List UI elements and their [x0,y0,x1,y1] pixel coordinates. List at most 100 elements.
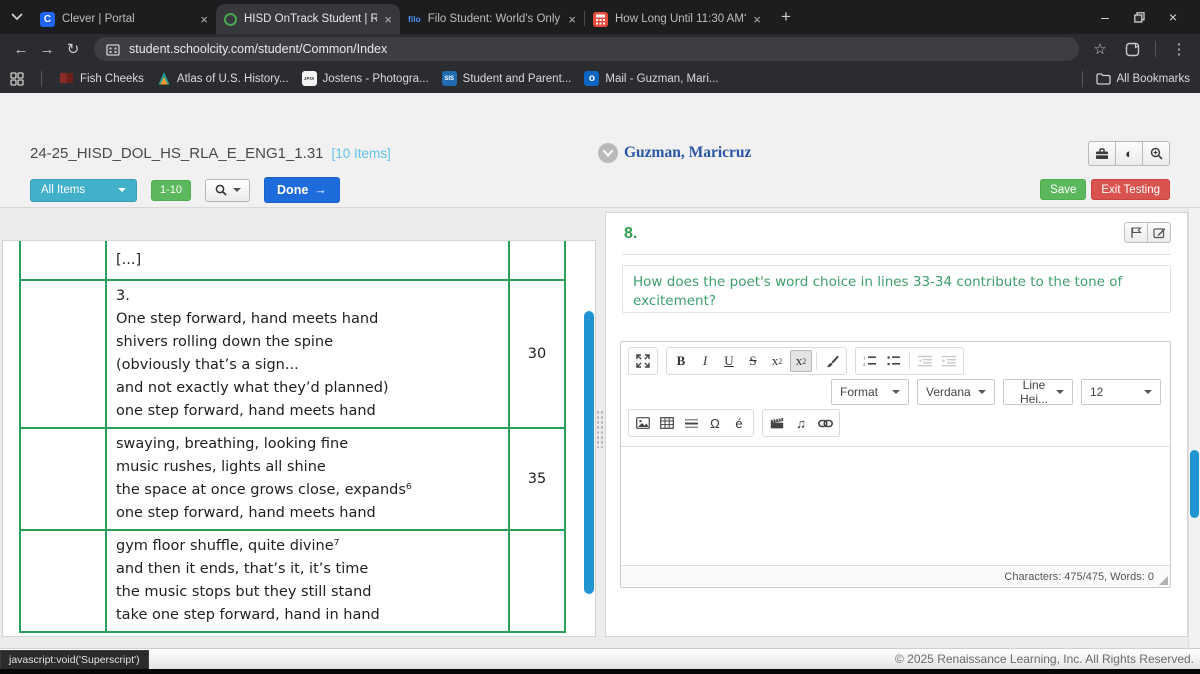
caret-down-icon [232,188,241,192]
indent-icon[interactable] [938,350,960,372]
bookmark-star-icon[interactable]: ☆ [1087,36,1113,62]
bullet-list-icon[interactable] [883,350,905,372]
line-height-label: Line Hei... [1019,378,1048,406]
passage-scrollbar-thumb[interactable] [584,311,594,594]
save-button[interactable]: Save [1040,179,1087,200]
browser-menu-kebab-icon[interactable]: ⋮ [1166,36,1192,62]
caret-down-icon [1056,390,1064,394]
numbered-list-icon[interactable]: 12 [859,350,881,372]
all-bookmarks-button[interactable]: All Bookmarks [1095,73,1190,85]
font-family-dropdown[interactable]: Verdana [917,379,995,405]
tab-filo-student[interactable]: filo Filo Student: World's Only Live × [400,4,584,34]
underline-button[interactable]: U [718,350,740,372]
forward-button[interactable]: → [34,36,60,62]
insert-link-icon[interactable] [814,412,836,434]
poem-line: and then it ends, that’s it, it’s time [116,561,369,577]
poem-empty-cell [19,529,107,633]
page-scrollbar-thumb[interactable] [1190,450,1199,518]
tab-close-icon[interactable]: × [753,12,761,27]
test-title: 24-25_HISD_DOL_HS_RLA_E_ENG1_1.31 [30,145,324,162]
insert-table-icon[interactable] [656,412,678,434]
bookmark-label: Mail - Guzman, Mari... [605,72,719,85]
maximize-icon[interactable] [632,350,654,372]
answer-editor: B I U S x2 x2 12 Format Verdana Line Hei… [620,341,1171,588]
insert-audio-icon[interactable]: ♫ [790,412,812,434]
bold-button[interactable]: B [670,350,692,372]
tab-title: Filo Student: World's Only Live [427,13,562,25]
exit-testing-button[interactable]: Exit Testing [1091,179,1170,200]
insert-video-icon[interactable] [766,412,788,434]
strikethrough-button[interactable]: S [742,350,764,372]
side-panel-icon[interactable] [1119,36,1145,62]
poem-empty-cell [19,241,107,281]
tab-hisd-ontrack[interactable]: HISD OnTrack Student | Renais × [216,4,400,34]
contrast-button[interactable]: ◐ [1115,141,1143,166]
accented-char-icon[interactable]: é [728,412,750,434]
reload-button[interactable]: ↻ [60,36,86,62]
briefcase-icon [1095,147,1109,160]
flag-question-button[interactable] [1124,222,1148,243]
close-window-button[interactable]: × [1156,0,1190,34]
tab-close-icon[interactable]: × [200,12,208,27]
address-toolbar: ← → ↻ student.schoolcity.com/student/Com… [0,34,1200,64]
search-dropdown-button[interactable] [205,178,251,202]
remove-format-brush-icon[interactable] [821,350,843,372]
horizontal-rule-icon[interactable] [680,412,702,434]
insert-image-icon[interactable] [632,412,654,434]
bookmark-atlas[interactable]: Atlas of U.S. History... [157,72,289,85]
minimize-button[interactable]: – [1088,0,1122,34]
tab-title: Clever | Portal [62,13,135,25]
notes-edit-button[interactable] [1147,222,1171,243]
tab-close-icon[interactable]: × [568,12,576,27]
toolkit-button[interactable] [1088,141,1116,166]
bookmark-fish-cheeks[interactable]: Fish Cheeks [59,72,144,85]
panel-resize-grip[interactable] [596,410,605,448]
back-button[interactable]: ← [8,36,34,62]
item-range-button[interactable]: 1-10 [151,179,192,201]
student-chevron-icon[interactable] [598,143,618,163]
bookmark-outlook-mail[interactable]: o Mail - Guzman, Mari... [584,71,718,86]
bookmark-sis[interactable]: SIS Student and Parent... [441,71,571,86]
items-count-badge: [10 Items] [331,146,391,161]
bookmarks-right-separator [1081,70,1083,87]
bookmark-jostens[interactable]: JPIX Jostens - Photogra... [301,71,429,86]
tab-list-chevron-button[interactable] [4,4,30,30]
poem-line: and not exactly what they’d planned) [116,380,389,396]
special-char-omega-icon[interactable]: Ω [704,412,726,434]
tab-close-icon[interactable]: × [384,12,392,27]
line-height-dropdown[interactable]: Line Hei... [1003,378,1073,406]
loading-ring-favicon [224,12,237,26]
media-group: ♫ [762,409,840,437]
passage-panel: [...] 3. One step forward, hand meets ha… [2,240,596,637]
restore-button[interactable] [1122,0,1156,34]
page-scrollbar-track[interactable] [1188,208,1200,648]
editor-toolbar: B I U S x2 x2 12 Format Verdana Line Hei… [621,342,1170,437]
poem-text-cell: swaying, breathing, looking fine music r… [105,427,510,531]
done-button[interactable]: Done → [264,177,340,203]
chevron-down-icon [11,13,23,21]
font-size-dropdown[interactable]: 12 [1081,379,1161,405]
student-block: Guzman, Maricruz [598,143,751,163]
question-panel: 8. How does the poet's word choice in li… [605,212,1188,637]
outdent-icon[interactable] [914,350,936,372]
tab-strip: C Clever | Portal × HISD OnTrack Student… [0,0,1200,34]
bookmark-label: Atlas of U.S. History... [176,72,289,85]
editor-resize-grip[interactable] [1159,576,1168,585]
new-tab-button[interactable]: + [773,4,799,30]
outlook-icon: o [584,71,600,86]
answer-textarea[interactable] [621,446,1170,565]
tab-how-long-until[interactable]: How Long Until 11:30 AM? - In × [585,4,769,34]
italic-button[interactable]: I [694,350,716,372]
bookmarks-bar: Fish Cheeks Atlas of U.S. History... JPI… [0,64,1200,93]
tab-clever-portal[interactable]: C Clever | Portal × [32,4,216,34]
subscript-button[interactable]: x2 [766,350,788,372]
question-prompt: How does the poet's word choice in lines… [622,265,1171,313]
paragraph-format-dropdown[interactable]: Format [831,379,909,405]
address-bar[interactable]: student.schoolcity.com/student/Common/In… [94,37,1079,61]
all-items-dropdown[interactable]: All Items [30,178,137,202]
superscript-button[interactable]: x2 [790,350,812,372]
site-info-building-icon[interactable] [106,43,120,56]
poem-line: (obviously that’s a sign... [116,357,299,373]
apps-grid-icon[interactable] [10,71,24,86]
zoom-button[interactable] [1142,141,1170,166]
